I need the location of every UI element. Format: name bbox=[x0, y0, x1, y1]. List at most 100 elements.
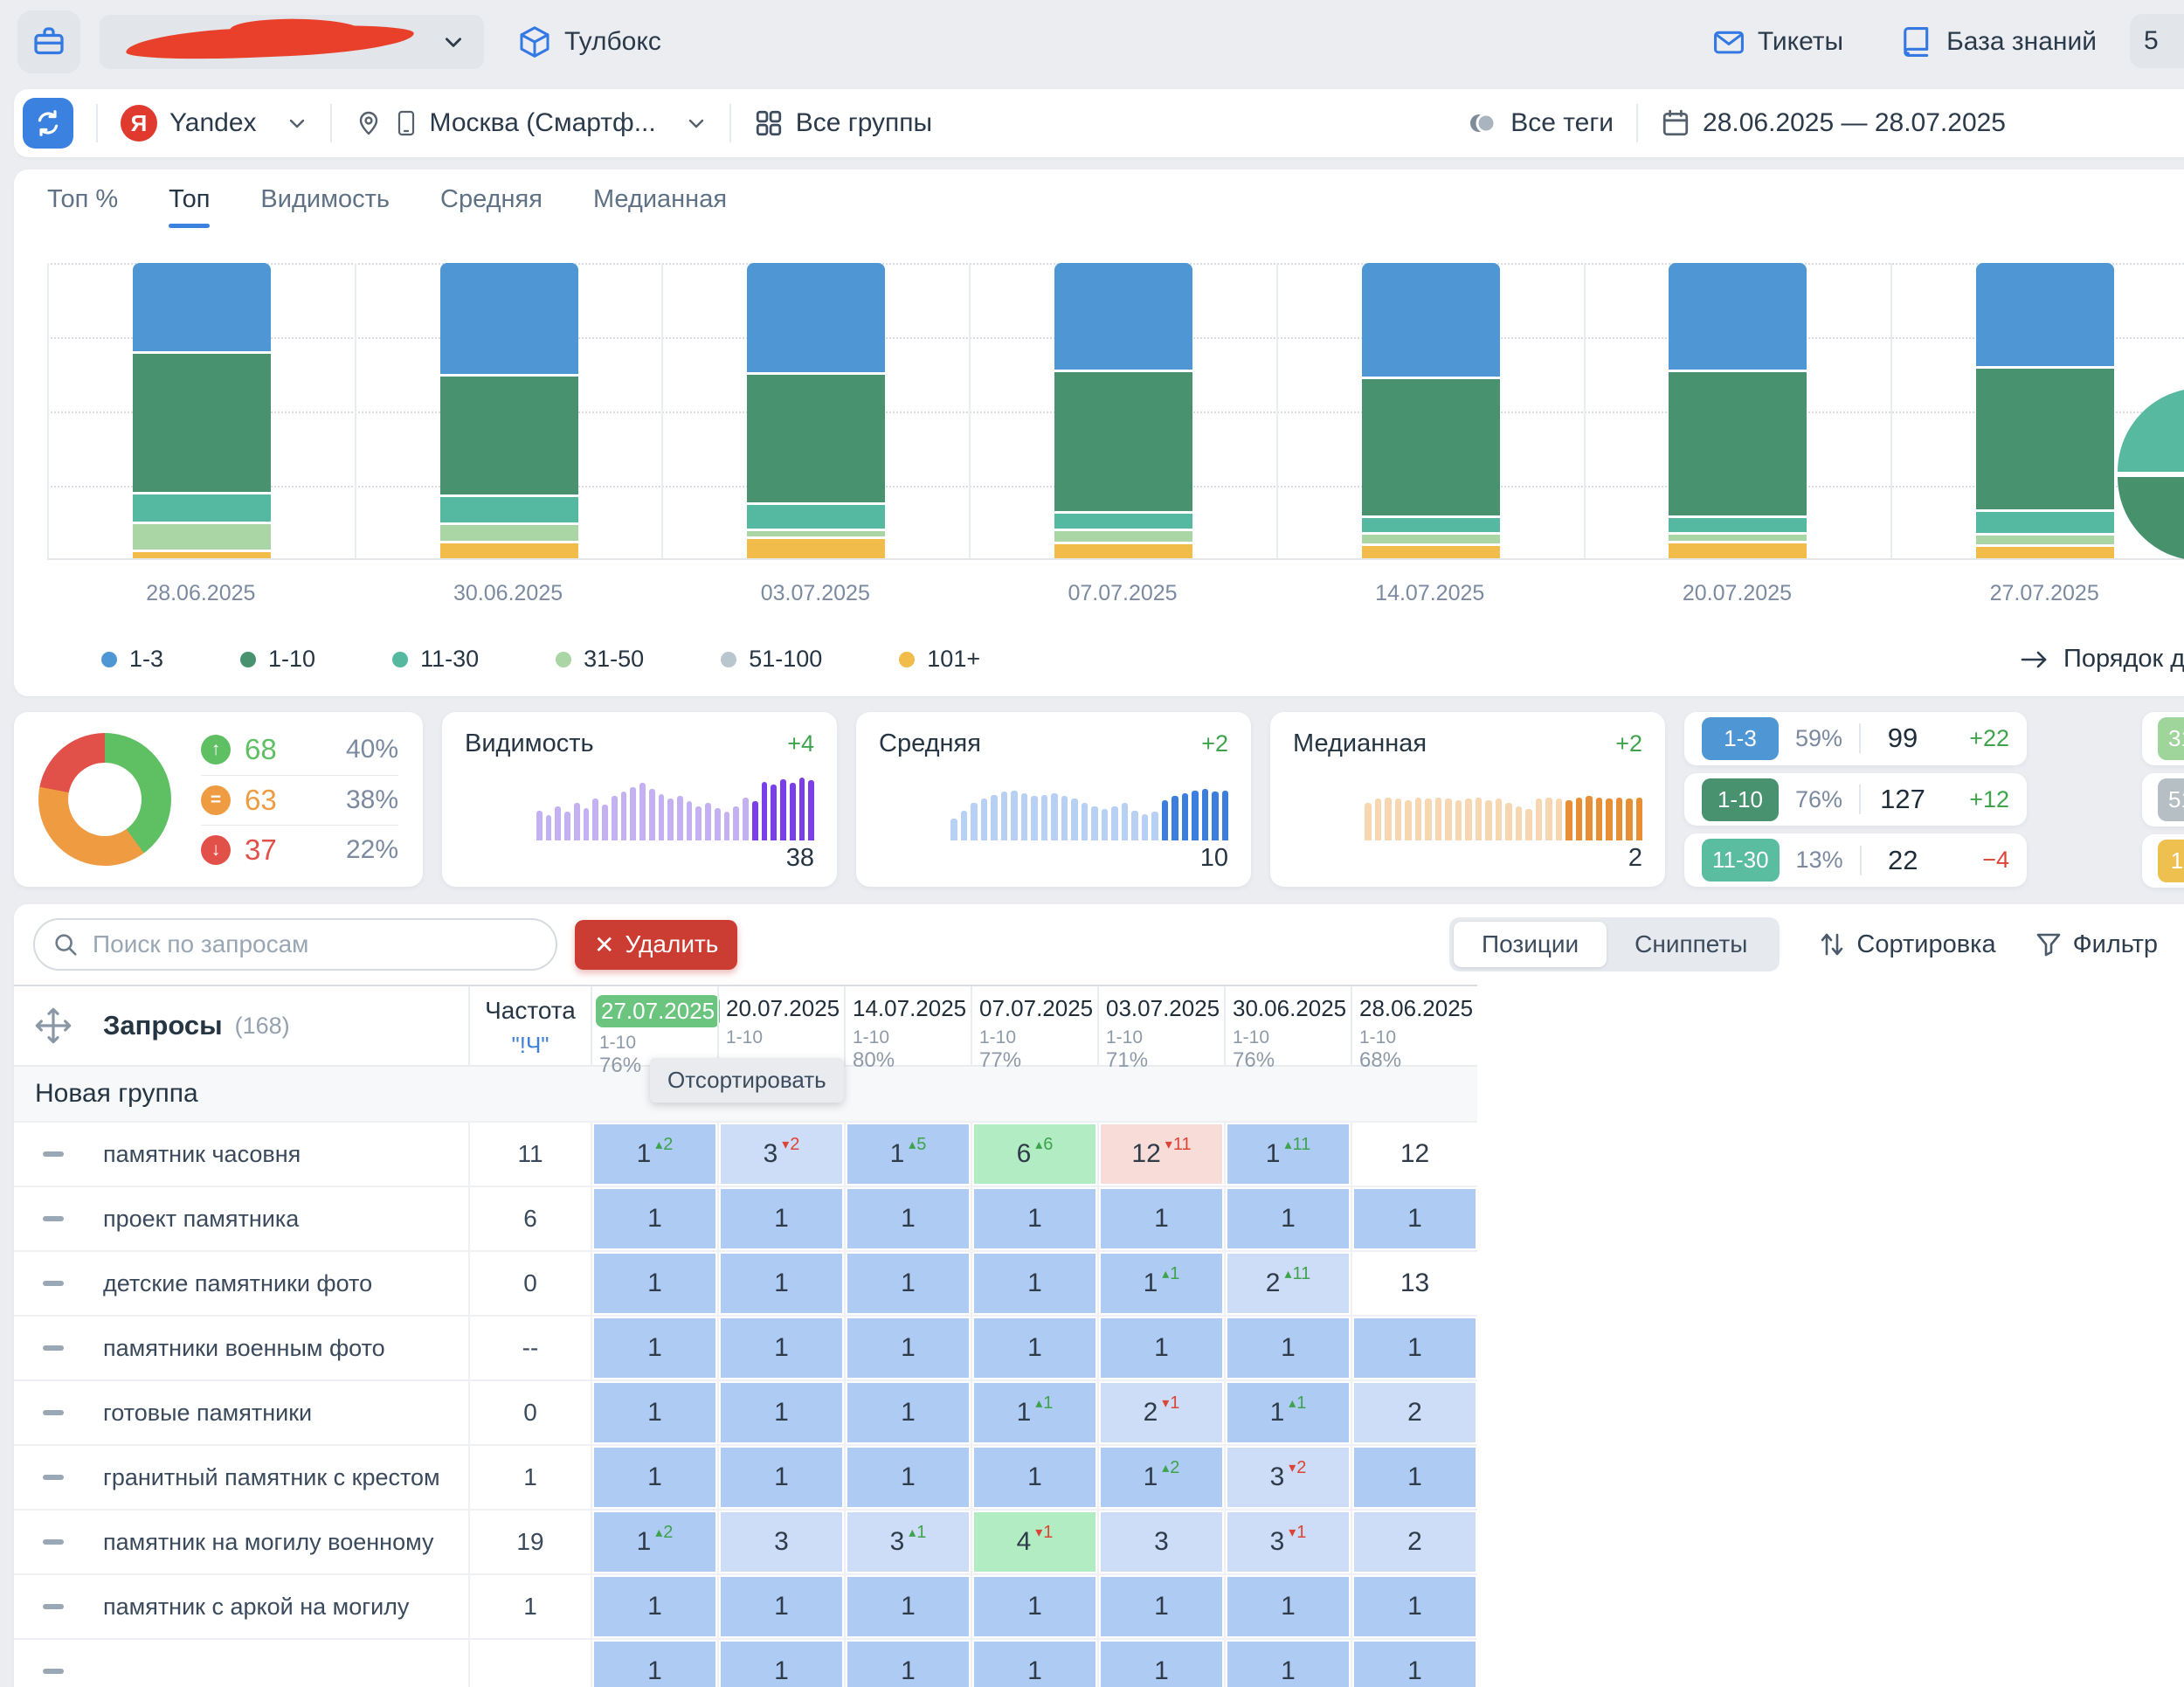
legend-item[interactable]: 1-3 bbox=[101, 646, 163, 673]
position-cell[interactable]: 1 bbox=[717, 1187, 844, 1250]
position-cell[interactable]: 12 ▾ 11 bbox=[1097, 1123, 1224, 1186]
date-column-header[interactable]: 07.07.2025 1-10 77% bbox=[971, 986, 1097, 1072]
row-drag-handle[interactable] bbox=[14, 1317, 93, 1379]
date-column-header[interactable]: 27.07.2025 1-10 76% bbox=[591, 986, 721, 1077]
stacked-bar[interactable] bbox=[1976, 263, 2115, 558]
position-cell[interactable]: 1 bbox=[717, 1252, 844, 1315]
row-drag-handle[interactable] bbox=[14, 1187, 93, 1250]
position-cell[interactable]: 1 bbox=[1351, 1317, 1477, 1379]
query-label[interactable]: памятник с аркой на могилу bbox=[93, 1575, 468, 1638]
position-stat-row-clipped[interactable]: 100+ bbox=[2142, 834, 2184, 888]
refresh-button[interactable] bbox=[23, 98, 73, 149]
position-cell[interactable]: 1 bbox=[1097, 1640, 1224, 1687]
position-cell[interactable]: 1 bbox=[844, 1446, 971, 1509]
position-cell[interactable]: 1 bbox=[717, 1640, 844, 1687]
legend-item[interactable]: 51-100 bbox=[721, 646, 822, 673]
stacked-bar[interactable] bbox=[1361, 263, 1500, 558]
position-cell[interactable]: 1 bbox=[1351, 1575, 1477, 1638]
bar-segment-1-3[interactable] bbox=[747, 263, 886, 373]
query-label[interactable]: готовые памятники bbox=[93, 1381, 468, 1444]
region-selector[interactable]: Москва (Смартф... bbox=[355, 108, 707, 138]
position-cell[interactable]: 1 bbox=[717, 1381, 844, 1444]
bar-segment-1-10[interactable] bbox=[1976, 366, 2115, 510]
bar-segment-1-10[interactable] bbox=[1361, 377, 1500, 515]
position-cell[interactable]: 2 bbox=[1351, 1511, 1477, 1573]
frequency-filter-link[interactable]: "!Ч" bbox=[511, 1032, 549, 1059]
tab-3[interactable]: Средняя bbox=[440, 185, 543, 228]
tab-1[interactable]: Топ bbox=[169, 185, 211, 228]
stacked-bar[interactable] bbox=[747, 263, 886, 558]
position-cell[interactable]: 1 ▴ 2 bbox=[1097, 1446, 1224, 1509]
position-cell[interactable]: 1 bbox=[591, 1446, 717, 1509]
bar-segment-1-10[interactable] bbox=[747, 372, 886, 502]
query-label[interactable]: гранитный памятник с крестом bbox=[93, 1446, 468, 1509]
position-cell[interactable]: 2 ▴ 11 bbox=[1224, 1252, 1351, 1315]
date-column-header[interactable]: 14.07.2025 1-10 80% bbox=[844, 986, 971, 1072]
position-cell[interactable]: 12 bbox=[1351, 1123, 1477, 1186]
filter-button[interactable]: Фильтр bbox=[2035, 930, 2158, 959]
position-cell[interactable]: 6 ▴ 6 bbox=[971, 1123, 1097, 1186]
row-drag-handle[interactable] bbox=[14, 1511, 93, 1573]
query-label[interactable]: памятник на могилу военному bbox=[93, 1511, 468, 1573]
move-icon[interactable] bbox=[33, 1006, 73, 1046]
bar-segment-11-30[interactable] bbox=[1054, 510, 1193, 529]
position-cell[interactable]: 1 bbox=[591, 1317, 717, 1379]
bar-segment-31-50[interactable] bbox=[1054, 529, 1193, 543]
bar-segment-31-50[interactable] bbox=[439, 522, 578, 541]
search-input[interactable] bbox=[93, 930, 538, 958]
position-cell[interactable]: 3 ▴ 1 bbox=[844, 1511, 971, 1573]
bar-segment-1-3[interactable] bbox=[1054, 263, 1193, 370]
position-cell[interactable]: 3 ▾ 1 bbox=[1224, 1511, 1351, 1573]
position-cell[interactable]: 3 bbox=[1097, 1511, 1224, 1573]
query-label[interactable]: памятник часовня bbox=[93, 1123, 468, 1186]
bar-segment-101+[interactable] bbox=[747, 536, 886, 558]
query-label[interactable] bbox=[93, 1640, 468, 1687]
position-stat-row-clipped[interactable]: 51-100 bbox=[2142, 773, 2184, 826]
position-cell[interactable]: 1 bbox=[971, 1640, 1097, 1687]
legend-item[interactable]: 11-30 bbox=[392, 646, 479, 673]
position-cell[interactable]: 1 bbox=[591, 1187, 717, 1250]
position-cell[interactable]: 3 ▾ 2 bbox=[1224, 1446, 1351, 1509]
bar-segment-31-50[interactable] bbox=[132, 521, 271, 550]
position-cell[interactable]: 2 ▾ 1 bbox=[1097, 1381, 1224, 1444]
query-search[interactable] bbox=[33, 918, 557, 971]
bar-segment-1-10[interactable] bbox=[1669, 369, 1807, 515]
row-drag-handle[interactable] bbox=[14, 1640, 93, 1687]
knowledge-base-button[interactable]: База знаний bbox=[1901, 25, 2097, 59]
position-cell[interactable]: 1 bbox=[1351, 1446, 1477, 1509]
row-drag-handle[interactable] bbox=[14, 1123, 93, 1186]
position-cell[interactable]: 1 bbox=[1351, 1640, 1477, 1687]
date-range-selector[interactable]: 28.06.2025 — 28.07.2025 bbox=[1661, 108, 2006, 138]
tickets-button[interactable]: Тикеты bbox=[1712, 25, 1843, 59]
position-cell[interactable]: 1 ▴ 11 bbox=[1224, 1123, 1351, 1186]
position-cell[interactable]: 1 bbox=[1224, 1575, 1351, 1638]
position-cell[interactable]: 1 ▴ 2 bbox=[591, 1123, 717, 1186]
position-cell[interactable]: 1 bbox=[844, 1252, 971, 1315]
stacked-bar[interactable] bbox=[1054, 263, 1193, 558]
position-cell[interactable]: 1 bbox=[1224, 1640, 1351, 1687]
position-cell[interactable]: 1 ▴ 1 bbox=[971, 1381, 1097, 1444]
bar-segment-1-10[interactable] bbox=[132, 351, 271, 492]
position-cell[interactable]: 2 bbox=[1351, 1381, 1477, 1444]
tab-2[interactable]: Видимость bbox=[260, 185, 390, 228]
query-label[interactable]: детские памятники фото bbox=[93, 1252, 468, 1315]
bar-segment-11-30[interactable] bbox=[1976, 509, 2115, 534]
bar-segment-11-30[interactable] bbox=[439, 494, 578, 523]
position-cell[interactable]: 3 bbox=[717, 1511, 844, 1573]
bar-segment-101+[interactable] bbox=[1054, 542, 1193, 558]
position-cell[interactable]: 1 bbox=[1224, 1187, 1351, 1250]
queries-column-header[interactable]: Запросы (168) bbox=[93, 986, 468, 1065]
row-drag-handle[interactable] bbox=[14, 1446, 93, 1509]
date-column-header[interactable]: 20.07.2025 1-10 bbox=[717, 986, 844, 1065]
legend-item[interactable]: 31-50 bbox=[556, 646, 644, 673]
bar-segment-11-30[interactable] bbox=[1669, 515, 1807, 532]
bar-segment-31-50[interactable] bbox=[1669, 531, 1807, 541]
position-cell[interactable]: 1 bbox=[591, 1252, 717, 1315]
position-cell[interactable]: 1 bbox=[971, 1252, 1097, 1315]
bar-segment-31-50[interactable] bbox=[1976, 533, 2115, 545]
bar-segment-1-3[interactable] bbox=[1976, 263, 2115, 367]
groups-selector[interactable]: Все группы bbox=[754, 108, 932, 138]
position-stat-row[interactable]: 11-30 13% 22 −4 bbox=[1684, 833, 2027, 888]
position-cell[interactable]: 1 bbox=[717, 1446, 844, 1509]
position-cell[interactable]: 4 ▾ 1 bbox=[971, 1511, 1097, 1573]
